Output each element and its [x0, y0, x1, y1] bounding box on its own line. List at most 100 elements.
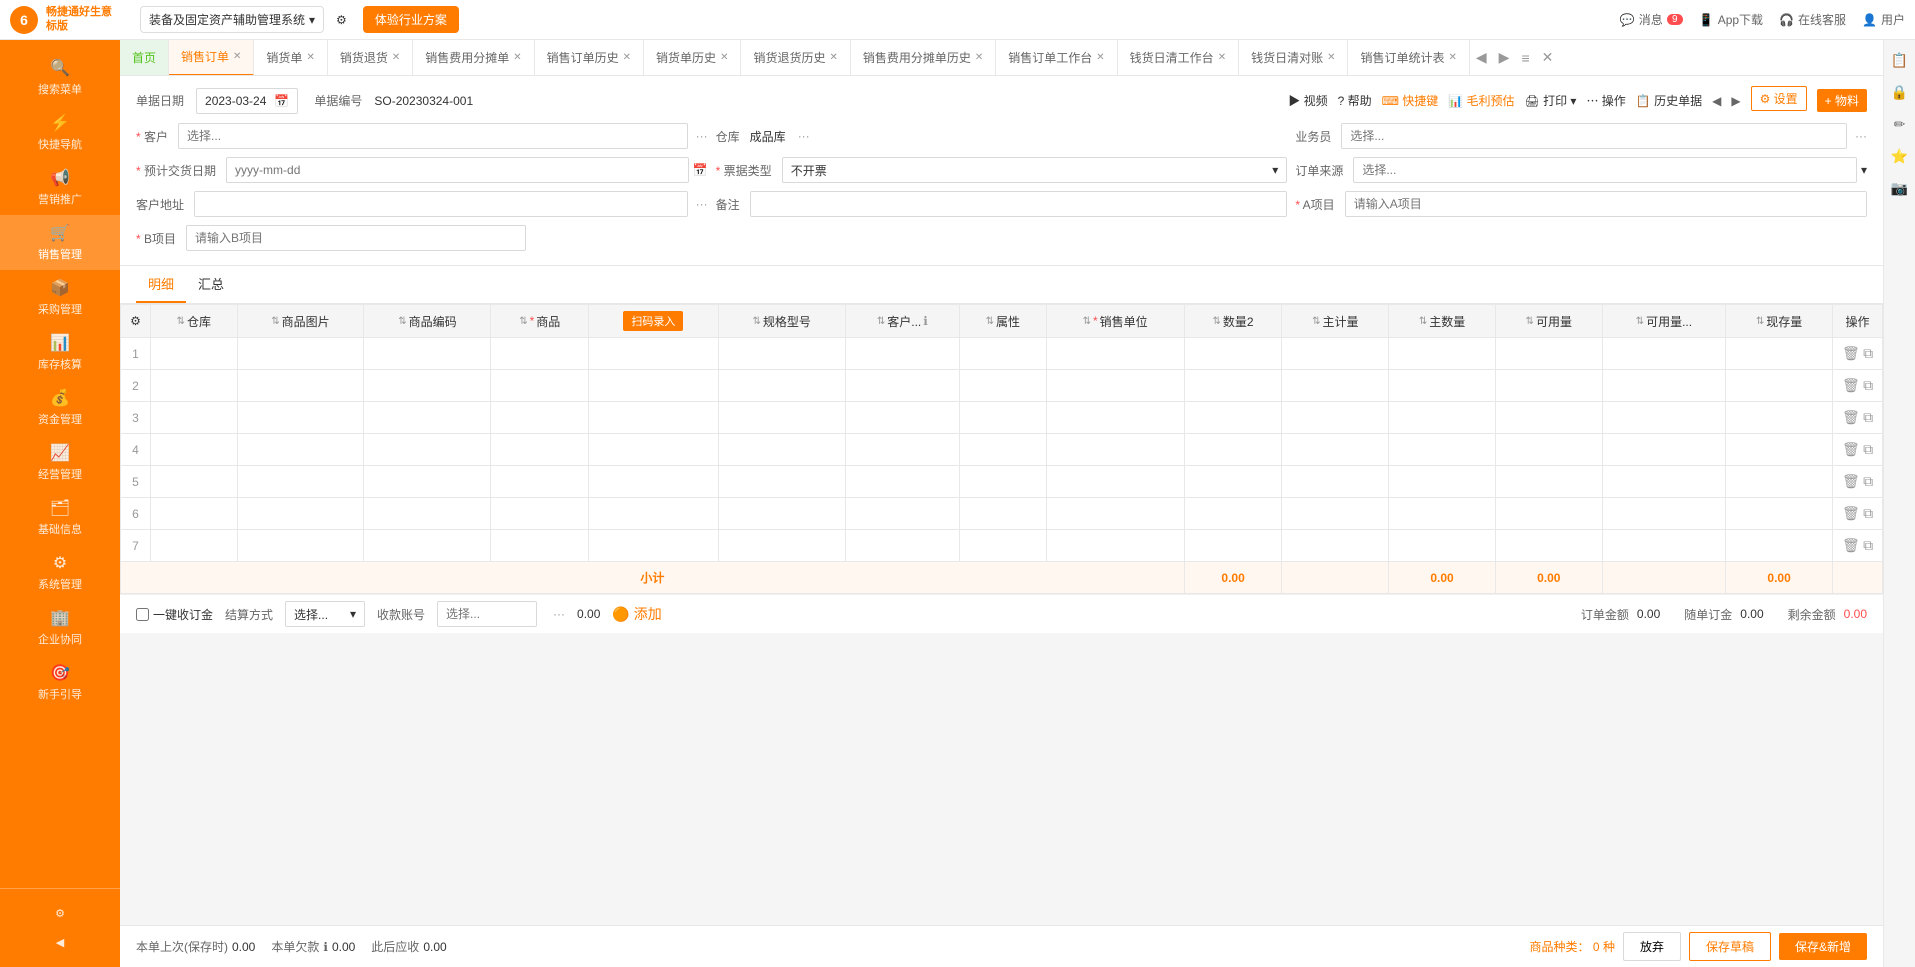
sidebar-item-purchase[interactable]: 📦 采购管理: [0, 270, 120, 325]
tab-home[interactable]: 首页: [120, 40, 169, 76]
tab-next-btn[interactable]: ▶: [1493, 40, 1516, 76]
tab-daily-reconcile[interactable]: 钱货日清对账 ✕: [1239, 40, 1348, 76]
date-input[interactable]: 2023-03-24 📅: [196, 88, 298, 114]
sidebar-item-search[interactable]: 🔍 搜索菜单: [0, 50, 120, 105]
save-draft-btn[interactable]: 保存草稿: [1689, 932, 1771, 961]
b-project-input[interactable]: [186, 225, 526, 251]
save-new-btn[interactable]: 保存&新增: [1779, 933, 1867, 960]
tab-close-icon[interactable]: ✕: [623, 52, 631, 63]
sidebar-collapse[interactable]: ◀: [0, 928, 120, 957]
tab-close-icon[interactable]: ✕: [513, 52, 521, 63]
tab-close-icon[interactable]: ✕: [1327, 52, 1335, 63]
nav-next-icon[interactable]: ▶: [1731, 94, 1740, 108]
customer-dots[interactable]: ···: [696, 129, 708, 143]
row-copy-icon[interactable]: ⧉: [1863, 473, 1873, 489]
row-delete-icon[interactable]: 🗑: [1842, 441, 1860, 457]
row-delete-icon[interactable]: 🗑: [1842, 537, 1860, 553]
tab-sales-stats[interactable]: 销售订单统计表 ✕: [1348, 40, 1469, 76]
payment-checkbox-label[interactable]: 一键收订金: [136, 606, 213, 623]
video-btn[interactable]: ▶ 视频: [1288, 92, 1327, 109]
method-select[interactable]: 选择... ▾: [285, 601, 365, 627]
user-avatar[interactable]: 👤 用户: [1862, 11, 1905, 28]
app-download-btn[interactable]: 📱 App下载: [1699, 11, 1763, 28]
sidebar-item-guide[interactable]: 🎯 新手引导: [0, 655, 120, 710]
th-gear[interactable]: ⚙: [121, 305, 151, 338]
help-btn[interactable]: ? 帮助: [1338, 92, 1372, 109]
payment-checkbox[interactable]: [136, 608, 149, 621]
row-delete-icon[interactable]: 🗑: [1842, 505, 1860, 521]
tab-close-icon[interactable]: ✕: [975, 52, 983, 63]
a-project-input[interactable]: [1345, 191, 1867, 217]
tab-order-history[interactable]: 销售订单历史 ✕: [535, 40, 644, 76]
right-panel-star-icon[interactable]: ⭐: [1888, 144, 1912, 168]
tab-close-icon[interactable]: ✕: [1096, 52, 1104, 63]
address-dots[interactable]: ···: [696, 197, 708, 211]
tab-sales-goods[interactable]: 销货单 ✕: [254, 40, 327, 76]
tab-close-icon[interactable]: ✕: [1218, 52, 1226, 63]
tab-prev-btn[interactable]: ◀: [1470, 40, 1493, 76]
delivery-input[interactable]: [226, 157, 689, 183]
sidebar-item-marketing[interactable]: 📢 营销推广: [0, 160, 120, 215]
tab-list-btn[interactable]: ≡: [1515, 40, 1535, 76]
sidebar-item-system[interactable]: ⚙ 系统管理: [0, 545, 120, 600]
tab-close-icon[interactable]: ✕: [306, 52, 314, 63]
right-panel-clipboard-icon[interactable]: 📋: [1888, 48, 1912, 72]
print-btn[interactable]: 🖨 打印 ▾: [1525, 92, 1577, 109]
scan-btn[interactable]: 扫码录入: [623, 311, 683, 331]
sidebar-item-sales[interactable]: 🛒 销售管理: [0, 215, 120, 270]
row-copy-icon[interactable]: ⧉: [1863, 441, 1873, 457]
row-copy-icon[interactable]: ⧉: [1863, 377, 1873, 393]
tab-summary[interactable]: 汇总: [186, 266, 236, 303]
remark-input[interactable]: [750, 191, 1288, 217]
row-delete-icon[interactable]: 🗑: [1842, 377, 1860, 393]
row-delete-icon[interactable]: 🗑: [1842, 473, 1860, 489]
sidebar-item-inventory[interactable]: 📊 库存核算: [0, 325, 120, 380]
row-delete-icon[interactable]: 🗑: [1842, 345, 1860, 361]
tab-detail[interactable]: 明细: [136, 266, 186, 303]
tab-sales-order[interactable]: 销售订单 ✕: [169, 40, 254, 76]
industry-btn[interactable]: 体验行业方案: [363, 6, 459, 33]
profit-btn[interactable]: 📊 毛利预估: [1448, 92, 1514, 109]
table-scroll[interactable]: ⚙ ⇅ 仓库 ⇅ 商品图片 ⇅ 商品编码 ⇅ *商品 扫码录入 ⇅ 规格型号 ⇅…: [120, 304, 1883, 594]
history-btn[interactable]: 📋 历史单据: [1636, 92, 1702, 109]
tab-return-history[interactable]: 销货退货历史 ✕: [741, 40, 850, 76]
right-panel-camera-icon[interactable]: 📷: [1888, 176, 1912, 200]
row-copy-icon[interactable]: ⧉: [1863, 345, 1873, 361]
shortcut-btn[interactable]: ⌨ 快捷键: [1382, 92, 1439, 109]
tab-close-icon[interactable]: ✕: [233, 51, 241, 62]
row-copy-icon[interactable]: ⧉: [1863, 537, 1873, 553]
order-source-input[interactable]: [1353, 157, 1857, 183]
staff-input[interactable]: [1341, 123, 1847, 149]
nav-prev-icon[interactable]: ◀: [1712, 94, 1721, 108]
sidebar-settings[interactable]: ⚙: [0, 899, 120, 928]
row-delete-icon[interactable]: 🗑: [1842, 409, 1860, 425]
tab-daily-workbench[interactable]: 钱货日清工作台 ✕: [1118, 40, 1239, 76]
customer-input[interactable]: [178, 123, 688, 149]
field-settings-btn[interactable]: ⚙ 设置: [1751, 86, 1807, 111]
warehouse-dots[interactable]: ···: [798, 129, 810, 143]
tab-goods-history[interactable]: 销货单历史 ✕: [644, 40, 741, 76]
tab-sales-fee[interactable]: 销售费用分摊单 ✕: [413, 40, 534, 76]
row-copy-icon[interactable]: ⧉: [1863, 409, 1873, 425]
sidebar-item-company[interactable]: 🏢 企业协同: [0, 600, 120, 655]
tab-order-workbench[interactable]: 销售订单工作台 ✕: [996, 40, 1117, 76]
system-selector[interactable]: 装备及固定资产辅助管理系统 ▾: [140, 6, 324, 33]
right-panel-lock-icon[interactable]: 🔒: [1888, 80, 1912, 104]
tab-fee-history[interactable]: 销售费用分摊单历史 ✕: [851, 40, 996, 76]
staff-dots[interactable]: ···: [1855, 129, 1867, 143]
tab-close-all-btn[interactable]: ✕: [1536, 40, 1560, 76]
tab-close-icon[interactable]: ✕: [829, 52, 837, 63]
add-material-btn[interactable]: + 物料: [1817, 89, 1867, 112]
account-input[interactable]: [437, 601, 537, 627]
account-dots[interactable]: ···: [553, 607, 565, 621]
invoice-select[interactable]: 不开票 ▾: [782, 157, 1288, 183]
address-input[interactable]: [194, 191, 688, 217]
discard-btn[interactable]: 放弃: [1623, 932, 1681, 961]
online-service-btn[interactable]: 🎧 在线客服: [1779, 11, 1846, 28]
sidebar-item-finance[interactable]: 💰 资金管理: [0, 380, 120, 435]
sidebar-item-base[interactable]: 🗂 基础信息: [0, 490, 120, 545]
messages-btn[interactable]: 💬 消息 9: [1620, 11, 1683, 28]
add-payment-btn[interactable]: 🟠 添加: [612, 604, 661, 624]
settings-gear-icon[interactable]: ⚙: [328, 9, 355, 31]
tab-sales-return[interactable]: 销货退货 ✕: [328, 40, 413, 76]
